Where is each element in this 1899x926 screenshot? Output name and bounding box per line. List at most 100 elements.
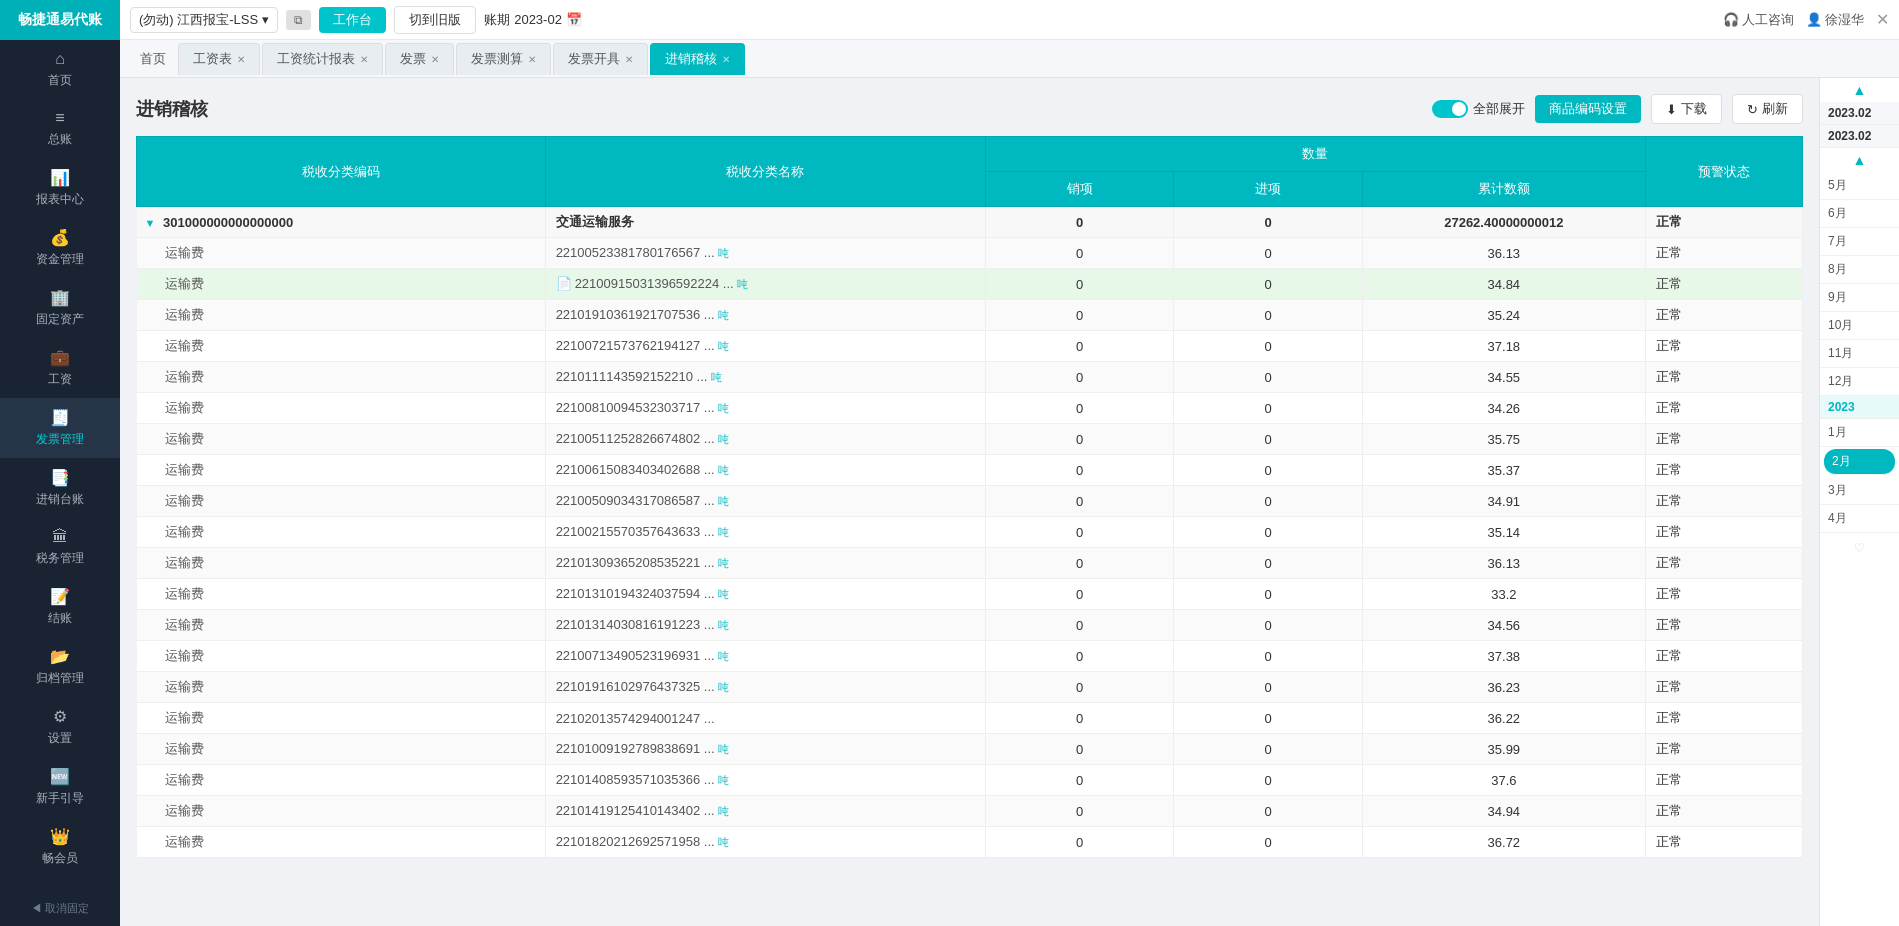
user-info[interactable]: 👤 徐湿华: [1806, 11, 1864, 29]
calendar-icon[interactable]: 📅: [566, 12, 582, 27]
tab-invoice[interactable]: 发票 ✕: [385, 43, 454, 75]
tab-reconcile-close[interactable]: ✕: [722, 54, 730, 65]
sidebar-item-settings[interactable]: ⚙ 设置: [0, 697, 120, 757]
table-row[interactable]: 运输费 📄2210091503139659222​4 ... 吨 0 0 34.…: [137, 269, 1803, 300]
tab-invoice-open-close[interactable]: ✕: [625, 54, 633, 65]
sidebar-item-invoice[interactable]: 🧾 发票管理: [0, 398, 120, 458]
month-3[interactable]: 3月: [1820, 477, 1899, 505]
table-row[interactable]: 运输费 2210052338178017656​7 ... 吨 0 0 36.1…: [137, 238, 1803, 269]
cell-status: 正常: [1645, 517, 1802, 548]
service-button[interactable]: 🎧 人工咨询: [1723, 11, 1794, 29]
table-row[interactable]: 运输费 2210081009453230371​7 ... 吨 0 0 34.2…: [137, 393, 1803, 424]
table-row[interactable]: 运输费 2210061508340340268​8 ... 吨 0 0 35.3…: [137, 455, 1803, 486]
cell-total: 37.38: [1362, 641, 1645, 672]
table-row[interactable]: 运输费 2210131019432403759​4 ... 吨 0 0 33.2…: [137, 579, 1803, 610]
month-1[interactable]: 1月: [1820, 419, 1899, 447]
table-row[interactable]: 运输费 2210072157376219412​7 ... 吨 0 0 37.1…: [137, 331, 1803, 362]
sidebar-item-salary[interactable]: 💼 工资: [0, 338, 120, 398]
tab-home[interactable]: 首页: [130, 44, 176, 74]
settings-button[interactable]: 商品编码设置: [1535, 95, 1641, 123]
sidebar-item-ledger[interactable]: ≡ 总账: [0, 99, 120, 158]
table-row[interactable]: 运输费 2210131403081619122​3 ... 吨 0 0 34.5…: [137, 610, 1803, 641]
sidebar-item-funds[interactable]: 💰 资金管理: [0, 218, 120, 278]
close-button[interactable]: ✕: [1876, 10, 1889, 29]
sidebar-item-report[interactable]: 📊 报表中心: [0, 158, 120, 218]
month-11[interactable]: 11月: [1820, 340, 1899, 368]
nav-up-arrow[interactable]: ▲: [1820, 78, 1899, 102]
tab-invoice-check-close[interactable]: ✕: [528, 54, 536, 65]
table-row[interactable]: 运输费 2210201357429400124​7 ... 0 0 36.22 …: [137, 703, 1803, 734]
download-button[interactable]: ⬇ 下载: [1651, 94, 1722, 124]
sidebar-item-label: 新手引导: [36, 790, 84, 807]
sidebar-item-member[interactable]: 👑 畅会员: [0, 817, 120, 877]
cell-name: 2210111143592152210 ... 吨: [545, 362, 985, 393]
tax-icon: 🏛: [52, 528, 68, 546]
table-row[interactable]: ▼ 301000000000000000 交通运输服务 0 0 27262.40…: [137, 207, 1803, 238]
table-row[interactable]: 运输费 2210111143592152210 ... 吨 0 0 34.55 …: [137, 362, 1803, 393]
table-row[interactable]: 运输费 2210182021269257195​8 ... 吨 0 0 36.7…: [137, 827, 1803, 858]
month-6[interactable]: 6月: [1820, 200, 1899, 228]
sidebar-item-label: 总账: [48, 131, 72, 148]
table-row[interactable]: 运输费 2210191610297643732​5 ... 吨 0 0 36.2…: [137, 672, 1803, 703]
tab-salary[interactable]: 工资表 ✕: [178, 43, 260, 75]
table-row[interactable]: 运输费 2210050903431708658​7 ... 吨 0 0 34.9…: [137, 486, 1803, 517]
sidebar-item-guide[interactable]: 🆕 新手引导: [0, 757, 120, 817]
expand-icon[interactable]: ▼: [145, 217, 156, 229]
tag: 吨: [718, 681, 729, 693]
sidebar-item-settlement[interactable]: 📝 结账: [0, 577, 120, 637]
tab-invoice-check[interactable]: 发票测算 ✕: [456, 43, 551, 75]
refresh-button[interactable]: ↻ 刷新: [1732, 94, 1803, 124]
tab-salary-report-close[interactable]: ✕: [360, 54, 368, 65]
table-row[interactable]: 运输费 2210191036192170753​6 ... 吨 0 0 35.2…: [137, 300, 1803, 331]
sidebar-item-archive[interactable]: 📂 归档管理: [0, 637, 120, 697]
expand-toggle[interactable]: [1432, 100, 1468, 118]
table-row[interactable]: 运输费 2210051125282667480​2 ... 吨 0 0 35.7…: [137, 424, 1803, 455]
table-row[interactable]: 运输费 2210021557035764363​3 ... 吨 0 0 35.1…: [137, 517, 1803, 548]
unpin-button[interactable]: ◀ 取消固定: [0, 891, 120, 926]
copy-button[interactable]: ⧉: [286, 10, 311, 30]
sidebar-item-purchase-sale[interactable]: 📑 进销台账: [0, 458, 120, 518]
sidebar-item-label: 固定资产: [36, 311, 84, 328]
cell-buy: 0: [1174, 517, 1363, 548]
tab-salary-report[interactable]: 工资统计报表 ✕: [262, 43, 383, 75]
table-row[interactable]: 运输费 2210071349052319693​1 ... 吨 0 0 37.3…: [137, 641, 1803, 672]
month-4[interactable]: 4月: [1820, 505, 1899, 533]
company-selector[interactable]: (勿动) 江西报宝-LSS ▾: [130, 7, 278, 33]
sidebar-item-tax[interactable]: 🏛 税务管理: [0, 518, 120, 577]
cell-code: 运输费: [137, 486, 546, 517]
table-row[interactable]: 运输费 2210130936520853522​1 ... 吨 0 0 36.1…: [137, 548, 1803, 579]
sidebar: 畅捷通易代账 ⌂ 首页 ≡ 总账 📊 报表中心 💰 资金管理 🏢 固定资产 💼 …: [0, 0, 120, 926]
sidebar-item-assets[interactable]: 🏢 固定资产: [0, 278, 120, 338]
table-row[interactable]: 运输费 2210140859357103536​6 ... 吨 0 0 37.6…: [137, 765, 1803, 796]
tab-invoice-label: 发票: [400, 50, 426, 68]
cell-total: 36.22: [1362, 703, 1645, 734]
tab-salary-close[interactable]: ✕: [237, 54, 245, 65]
unpin-label: ◀: [31, 902, 45, 914]
cell-code: 运输费: [137, 331, 546, 362]
nav-up-arrow2[interactable]: ▲: [1820, 148, 1899, 172]
month-12[interactable]: 12月: [1820, 368, 1899, 396]
workspace-button[interactable]: 工作台: [319, 7, 386, 33]
month-2[interactable]: 2月: [1824, 449, 1895, 475]
cell-name: 2210191036192170753​6 ... 吨: [545, 300, 985, 331]
cell-sale: 0: [985, 207, 1174, 238]
month-7[interactable]: 7月: [1820, 228, 1899, 256]
cell-sale: 0: [985, 827, 1174, 858]
tab-invoice-close[interactable]: ✕: [431, 54, 439, 65]
tab-invoice-open[interactable]: 发票开具 ✕: [553, 43, 648, 75]
cell-code: 运输费: [137, 455, 546, 486]
cell-status: 正常: [1645, 641, 1802, 672]
switch-button[interactable]: 切到旧版: [394, 6, 476, 34]
sidebar-item-home[interactable]: ⌂ 首页: [0, 40, 120, 99]
sidebar-item-label: 报表中心: [36, 191, 84, 208]
cell-sale: 0: [985, 517, 1174, 548]
month-9[interactable]: 9月: [1820, 284, 1899, 312]
tab-reconcile[interactable]: 进销稽核 ✕: [650, 43, 745, 75]
cell-buy: 0: [1174, 207, 1363, 238]
month-5[interactable]: 5月: [1820, 172, 1899, 200]
table-row[interactable]: 运输费 2210141912541014340​2 ... 吨 0 0 34.9…: [137, 796, 1803, 827]
month-8[interactable]: 8月: [1820, 256, 1899, 284]
table-row[interactable]: 运输费 2210100919278983869​1 ... 吨 0 0 35.9…: [137, 734, 1803, 765]
cell-buy: 0: [1174, 610, 1363, 641]
month-10[interactable]: 10月: [1820, 312, 1899, 340]
